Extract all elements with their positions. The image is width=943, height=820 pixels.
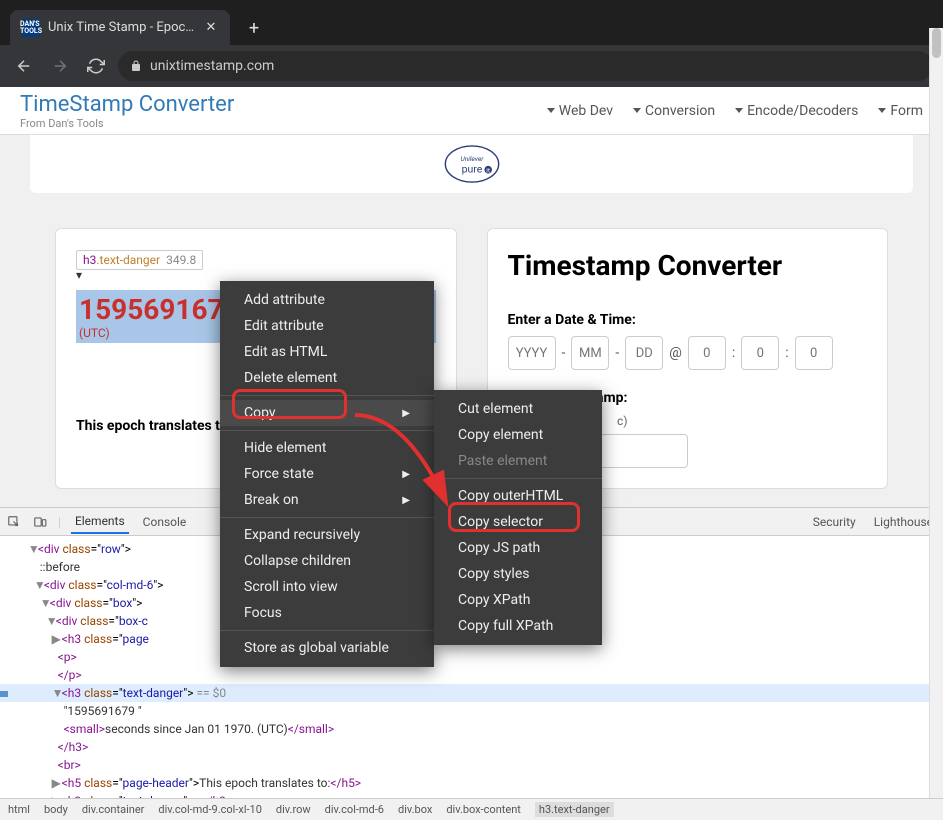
device-toggle-icon[interactable] <box>32 514 48 530</box>
date-inputs: - - @ : : <box>508 336 868 370</box>
context-menu-copy: Cut element Copy element Paste element C… <box>434 390 602 645</box>
ctx-expand[interactable]: Expand recursively <box>220 522 434 548</box>
scrollbar[interactable] <box>929 28 943 798</box>
reload-button[interactable] <box>82 52 110 80</box>
nav-encode[interactable]: Encode/Decoders <box>735 103 858 119</box>
element-tooltip: h3.text-danger349.8 <box>76 249 436 270</box>
dd-input[interactable] <box>625 336 663 370</box>
caret-icon <box>547 108 555 113</box>
tab-bar: DAN'S TOOLS Unix Time Stamp - Epoch C ✕ … <box>0 0 943 45</box>
ctx-copy[interactable]: Copy▶ <box>220 400 434 426</box>
ctx-cut-element[interactable]: Cut element <box>434 396 602 422</box>
tab-lighthouse[interactable]: Lighthouse <box>870 511 937 533</box>
yyyy-input[interactable] <box>508 336 556 370</box>
hh-input[interactable] <box>688 336 726 370</box>
browser-tab[interactable]: DAN'S TOOLS Unix Time Stamp - Epoch C ✕ <box>10 10 230 45</box>
bc-container[interactable]: div.container <box>82 803 145 816</box>
context-menu-main: Add attribute Edit attribute Edit as HTM… <box>220 281 434 667</box>
chevron-right-icon: ▶ <box>402 495 410 506</box>
ctx-edit-html[interactable]: Edit as HTML <box>220 339 434 365</box>
dom-breadcrumb: html body div.container div.col-md-9.col… <box>0 798 943 820</box>
nav-webdev[interactable]: Web Dev <box>547 103 613 119</box>
caret-icon <box>878 108 886 113</box>
back-button[interactable] <box>10 52 38 80</box>
ctx-force-state[interactable]: Force state▶ <box>220 461 434 487</box>
bc-html[interactable]: html <box>8 803 30 816</box>
right-title: Timestamp Converter <box>508 249 868 282</box>
scroll-thumb[interactable] <box>932 28 941 58</box>
ctx-focus[interactable]: Focus <box>220 600 434 626</box>
url-text: unixtimestamp.com <box>150 58 274 74</box>
ctx-break-on[interactable]: Break on▶ <box>220 487 434 513</box>
favicon-icon: DAN'S TOOLS <box>22 19 40 37</box>
bc-h3danger[interactable]: h3.text-danger <box>535 802 614 817</box>
chevron-right-icon: ▶ <box>402 469 410 480</box>
tab-elements[interactable]: Elements <box>71 510 129 534</box>
brand-title[interactable]: TimeStamp Converter <box>20 92 234 117</box>
ctx-scroll-into-view[interactable]: Scroll into view <box>220 574 434 600</box>
close-icon[interactable]: ✕ <box>204 21 218 35</box>
ctx-copy-element[interactable]: Copy element <box>434 422 602 448</box>
mi-input[interactable] <box>741 336 779 370</box>
lock-icon <box>130 60 142 72</box>
bc-body[interactable]: body <box>44 803 68 816</box>
inspect-icon[interactable] <box>6 514 22 530</box>
pure-logo-icon: Unilever pure it <box>443 144 501 184</box>
new-tab-button[interactable]: + <box>240 14 268 42</box>
bc-boxcontent[interactable]: div.box-content <box>446 803 521 816</box>
bc-col9[interactable]: div.col-md-9.col-xl-10 <box>158 803 262 816</box>
nav-conversion[interactable]: Conversion <box>633 103 715 119</box>
ctx-add-attribute[interactable]: Add attribute <box>220 287 434 313</box>
ctx-hide-element[interactable]: Hide element <box>220 435 434 461</box>
tooltip-arrow-icon: ▾ <box>76 268 436 282</box>
nav-menu: Web Dev Conversion Encode/Decoders Form <box>547 103 923 119</box>
bc-row[interactable]: div.row <box>276 803 311 816</box>
ctx-delete-element[interactable]: Delete element <box>220 365 434 391</box>
ctx-copy-xpath[interactable]: Copy XPath <box>434 587 602 613</box>
ctx-copy-selector[interactable]: Copy selector <box>434 509 602 535</box>
ctx-collapse[interactable]: Collapse children <box>220 548 434 574</box>
brand-block: TimeStamp Converter From Dan's Tools <box>20 92 234 130</box>
ctx-edit-attribute[interactable]: Edit attribute <box>220 313 434 339</box>
ctx-copy-fullxpath[interactable]: Copy full XPath <box>434 613 602 639</box>
mm-input[interactable] <box>571 336 609 370</box>
ctx-paste-element: Paste element <box>434 448 602 474</box>
ad-banner: Unilever pure it <box>30 135 913 193</box>
chevron-right-icon: ▶ <box>402 408 410 419</box>
ctx-copy-styles[interactable]: Copy styles <box>434 561 602 587</box>
svg-text:pure: pure <box>461 163 482 176</box>
ctx-copy-jspath[interactable]: Copy JS path <box>434 535 602 561</box>
caret-icon <box>735 108 743 113</box>
bc-box[interactable]: div.box <box>398 803 432 816</box>
tab-title: Unix Time Stamp - Epoch C <box>48 20 196 35</box>
brand-sub: From Dan's Tools <box>20 117 234 130</box>
svg-text:it: it <box>486 167 490 175</box>
date-label: Enter a Date & Time: <box>508 312 868 328</box>
caret-icon <box>633 108 641 113</box>
nav-bar: unixtimestamp.com <box>0 45 943 87</box>
ctx-copy-outerhtml[interactable]: Copy outerHTML <box>434 483 602 509</box>
highlight-marker <box>0 691 8 697</box>
ss-input[interactable] <box>795 336 833 370</box>
nav-form[interactable]: Form <box>878 103 923 119</box>
forward-button[interactable] <box>46 52 74 80</box>
page-header: TimeStamp Converter From Dan's Tools Web… <box>0 87 943 135</box>
browser-chrome: DAN'S TOOLS Unix Time Stamp - Epoch C ✕ … <box>0 0 943 87</box>
address-bar[interactable]: unixtimestamp.com <box>118 51 933 81</box>
bc-col6[interactable]: div.col-md-6 <box>325 803 384 816</box>
tab-security[interactable]: Security <box>809 511 860 533</box>
tab-console[interactable]: Console <box>139 511 191 533</box>
ctx-store-global[interactable]: Store as global variable <box>220 635 434 661</box>
